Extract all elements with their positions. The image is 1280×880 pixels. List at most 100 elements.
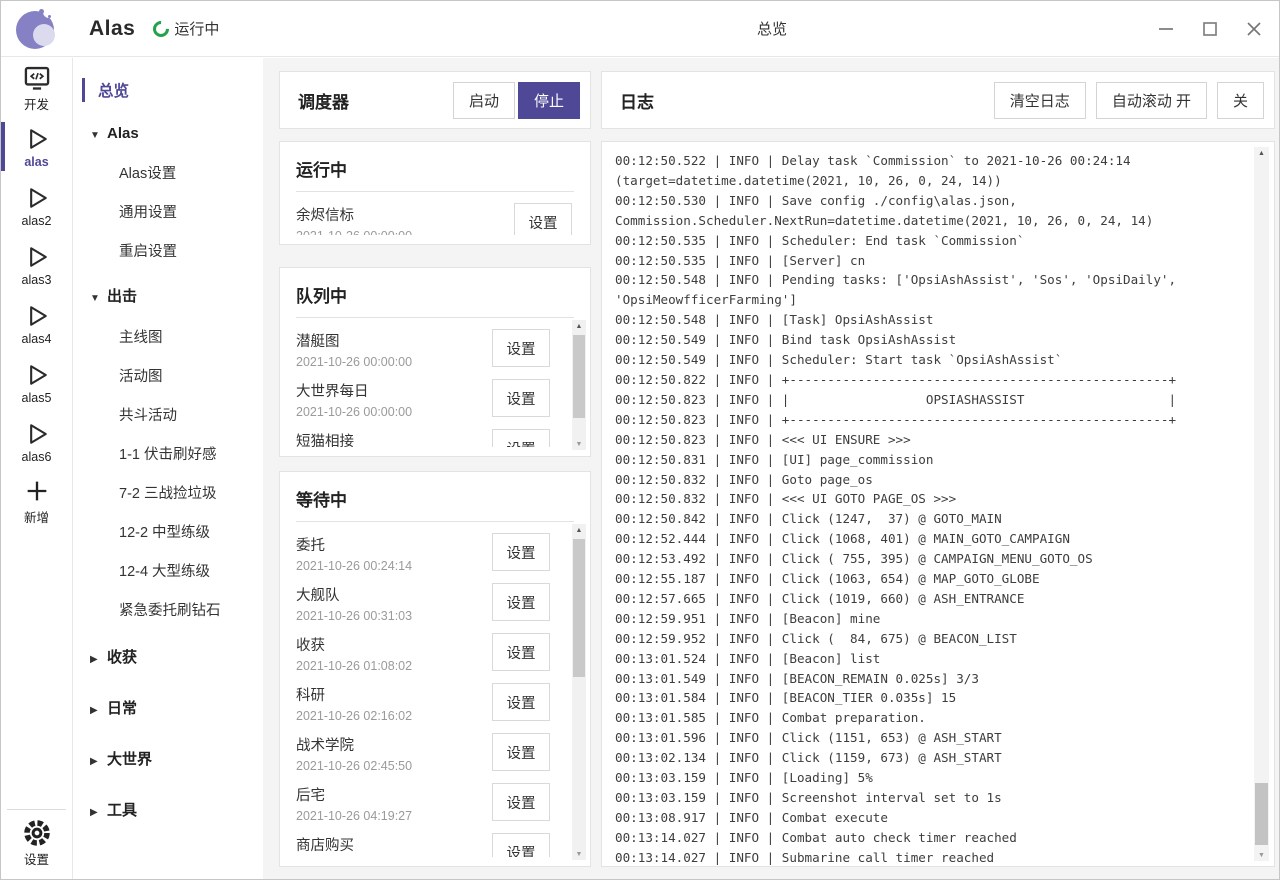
log-line: 00:12:50.535 | INFO | [Server] cn — [615, 251, 1244, 271]
queued-panel: 队列中 潜艇图 2021-10-26 00:00:00 设置 大世界每日 202… — [279, 267, 591, 457]
spinner-icon — [150, 17, 173, 40]
scroll-down-icon[interactable] — [572, 438, 586, 450]
log-line: 00:12:50.823 | INFO | | OPSIASHASSIST | — [615, 390, 1244, 410]
rail-item-label: 新增 — [24, 507, 49, 526]
rail-instance-item[interactable]: alas6 — [1, 412, 72, 471]
maximize-icon[interactable] — [1195, 14, 1225, 44]
log-line: 00:13:03.159 | INFO | Screenshot interva… — [615, 788, 1244, 808]
menu-group-header[interactable]: 收获 — [73, 633, 263, 680]
topbar: Alas 运行中 总览 — [1, 1, 1279, 57]
scheduler-panel: 调度器 启动 停止 — [279, 71, 591, 129]
stop-button[interactable]: 停止 — [518, 82, 580, 119]
queued-scrollbar[interactable] — [572, 320, 586, 450]
task-row: 短猫相接 2021-10-26 00:00:00 设置 — [296, 426, 574, 447]
menu-item[interactable]: 重启设置 — [73, 231, 263, 270]
task-row: 科研 2021-10-26 02:16:02 设置 — [296, 680, 574, 730]
log-header-panel: 日志 清空日志 自动滚动 开 关 — [601, 71, 1275, 129]
task-settings-button[interactable]: 设置 — [492, 683, 550, 721]
rail-settings-label: 设置 — [24, 849, 49, 868]
menu-group: 日常 — [73, 684, 263, 731]
log-line: 00:13:14.027 | INFO | Submarine call tim… — [615, 848, 1244, 868]
log-scrollbar[interactable] — [1254, 147, 1269, 861]
autoscroll-toggle-button[interactable]: 自动滚动 开 — [1096, 82, 1207, 119]
log-line: 00:12:50.823 | INFO | +-----------------… — [615, 410, 1244, 430]
log-line: 00:12:50.549 | INFO | Scheduler: Start t… — [615, 350, 1244, 370]
menu-item[interactable]: 12-4 大型练级 — [73, 551, 263, 590]
menu-item[interactable]: 主线图 — [73, 317, 263, 356]
clear-log-button[interactable]: 清空日志 — [994, 82, 1086, 119]
task-settings-button[interactable]: 设置 — [492, 633, 550, 671]
rail-instance-item[interactable]: alas4 — [1, 294, 72, 353]
menu-item[interactable]: 12-2 中型练级 — [73, 512, 263, 551]
scroll-down-icon[interactable] — [572, 848, 586, 860]
log-off-button[interactable]: 关 — [1217, 82, 1264, 119]
main-content: 调度器 启动 停止 运行中 余烬信标 2021-10-26 00:00:00 设… — [263, 58, 1279, 879]
rail-item-label: alas6 — [22, 450, 52, 464]
task-row: 商店购买 设置 — [296, 830, 574, 857]
menu-item-overview[interactable]: 总览 — [73, 70, 263, 110]
task-row: 大舰队 2021-10-26 00:31:03 设置 — [296, 580, 574, 630]
task-settings-button[interactable]: 设置 — [492, 379, 550, 417]
task-settings-button[interactable]: 设置 — [492, 783, 550, 821]
close-icon[interactable] — [1239, 14, 1269, 44]
menu-group-header[interactable]: 工具 — [73, 786, 263, 833]
menu-item[interactable]: 活动图 — [73, 356, 263, 395]
scheduler-status: 运行中 — [153, 18, 219, 39]
task-settings-button[interactable]: 设置 — [492, 329, 550, 367]
scroll-up-icon[interactable] — [572, 320, 586, 332]
task-settings-button[interactable]: 设置 — [492, 583, 550, 621]
task-settings-button[interactable]: 设置 — [514, 203, 572, 235]
menu-group: Alas Alas设置通用设置重启设置 — [73, 114, 263, 270]
menu-item[interactable]: 1-1 伏击刷好感 — [73, 434, 263, 473]
log-line: 00:12:50.548 | INFO | Pending tasks: ['O… — [615, 270, 1244, 290]
task-settings-button[interactable]: 设置 — [492, 733, 550, 771]
rail-settings-button[interactable]: 设置 — [7, 809, 66, 875]
scroll-up-icon[interactable] — [572, 524, 586, 536]
scroll-up-icon[interactable] — [1254, 147, 1269, 159]
log-line: 00:13:03.159 | INFO | [Loading] 5% — [615, 768, 1244, 788]
rail-instance-item[interactable]: alas3 — [1, 235, 72, 294]
menu-item[interactable]: Alas设置 — [73, 153, 263, 192]
rail-instance-item[interactable]: alas5 — [1, 353, 72, 412]
menu-group-header[interactable]: 出击 — [73, 274, 263, 317]
log-line: 00:12:50.535 | INFO | Scheduler: End tas… — [615, 231, 1244, 251]
scrollbar-thumb[interactable] — [1255, 783, 1268, 845]
menu-group: 收获 — [73, 633, 263, 680]
scroll-down-icon[interactable] — [1254, 849, 1269, 861]
start-button[interactable]: 启动 — [453, 82, 515, 119]
app-title: Alas — [89, 17, 135, 41]
log-line: 00:12:50.822 | INFO | +-----------------… — [615, 370, 1244, 390]
rail-item-icon — [23, 124, 51, 154]
log-line: (target=datetime.datetime(2021, 10, 26, … — [615, 171, 1244, 191]
scrollbar-thumb[interactable] — [573, 335, 585, 418]
menu-group-header[interactable]: 大世界 — [73, 735, 263, 782]
menu-group: 出击 主线图活动图共斗活动1-1 伏击刷好感7-2 三战捡垃圾12-2 中型练级… — [73, 274, 263, 629]
menu-group-header[interactable]: 日常 — [73, 684, 263, 731]
menu-item[interactable]: 共斗活动 — [73, 395, 263, 434]
chevron-icon — [90, 756, 107, 767]
task-settings-button[interactable]: 设置 — [492, 533, 550, 571]
rail-instance-item[interactable]: 新增 — [1, 471, 72, 530]
menu-item[interactable]: 7-2 三战捡垃圾 — [73, 473, 263, 512]
rail-instance-item[interactable]: alas — [1, 117, 72, 176]
task-settings-button[interactable]: 设置 — [492, 429, 550, 447]
task-row: 大世界每日 2021-10-26 00:00:00 设置 — [296, 376, 574, 426]
waiting-scrollbar[interactable] — [572, 524, 586, 860]
log-line: 00:13:08.917 | INFO | Combat execute — [615, 808, 1244, 828]
minimize-icon[interactable] — [1151, 14, 1181, 44]
status-label: 运行中 — [174, 18, 219, 39]
scrollbar-thumb[interactable] — [573, 539, 585, 677]
chevron-icon — [90, 654, 107, 665]
rail-instance-item[interactable]: 开发 — [1, 58, 72, 117]
log-title: 日志 — [620, 88, 654, 113]
task-settings-button[interactable]: 设置 — [492, 833, 550, 857]
menu-item[interactable]: 通用设置 — [73, 192, 263, 231]
log-line: 00:13:02.134 | INFO | Click (1159, 673) … — [615, 748, 1244, 768]
menu-item[interactable]: 紧急委托刷钻石 — [73, 590, 263, 629]
rail-item-label: alas4 — [22, 332, 52, 346]
menu-group-label: Alas — [107, 125, 139, 142]
menu-group-header[interactable]: Alas — [73, 114, 263, 153]
rail-instance-item[interactable]: alas2 — [1, 176, 72, 235]
rail-item-label: 开发 — [24, 94, 49, 113]
task-row: 余烬信标 2021-10-26 00:00:00 设置 — [296, 200, 574, 235]
